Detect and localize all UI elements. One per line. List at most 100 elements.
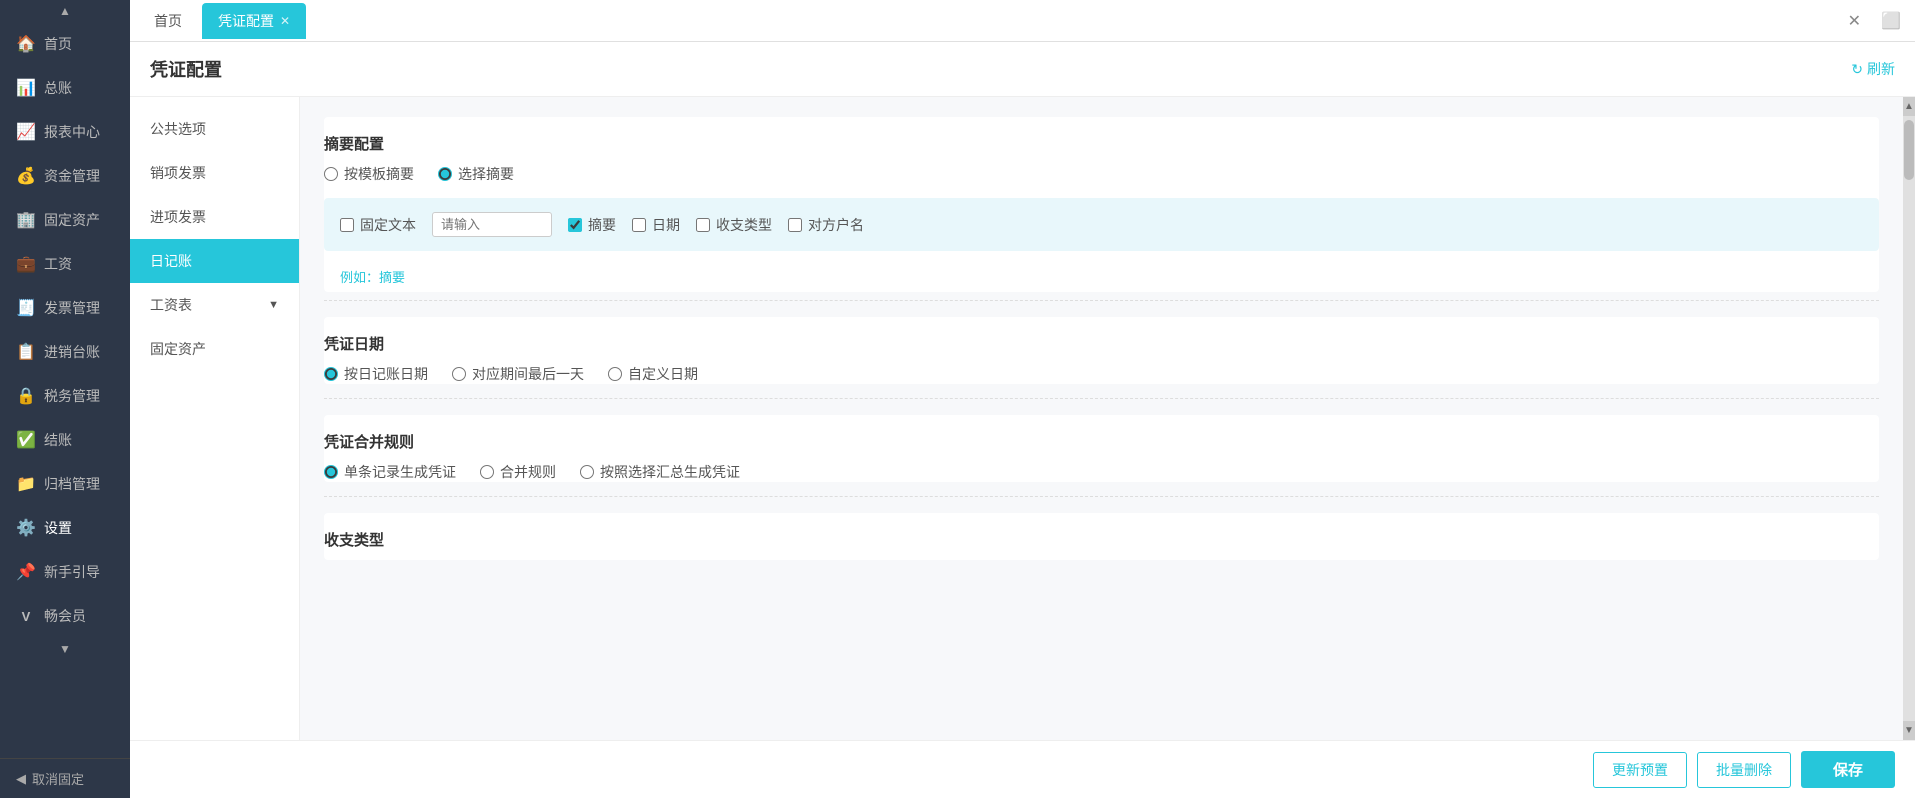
sidebar-label-fund: 资金管理 (44, 166, 100, 186)
sidebar-label-home: 首页 (44, 34, 72, 54)
scroll-up-arrow[interactable]: ▲ (1903, 97, 1915, 116)
sidebar-label-settlement: 结账 (44, 430, 72, 450)
left-nav-purchase-invoice[interactable]: 进项发票 (130, 195, 299, 239)
sidebar-scroll-up[interactable]: ▲ (0, 0, 130, 22)
tab-bar: 首页 凭证配置 ✕ ✕ ⬜ (130, 0, 1915, 42)
radio-journal-date-label: 按日记账日期 (344, 364, 428, 384)
scroll-thumb[interactable] (1904, 120, 1914, 180)
window-maximize-button[interactable]: ⬜ (1875, 9, 1907, 33)
divider-1 (324, 300, 1879, 301)
checkbox-date-input[interactable] (632, 218, 646, 232)
checkbox-counterpart-input[interactable] (788, 218, 802, 232)
left-nav-public[interactable]: 公共选项 (130, 107, 299, 151)
sidebar-item-settlement[interactable]: ✅ 结账 (0, 418, 130, 462)
left-nav-fixed-assets[interactable]: 固定资产 (130, 327, 299, 371)
radio-last-day[interactable]: 对应期间最后一天 (452, 364, 584, 384)
settlement-icon: ✅ (16, 430, 36, 450)
sidebar-label-guide: 新手引导 (44, 562, 100, 582)
sidebar-item-home[interactable]: 🏠 首页 (0, 22, 130, 66)
checkbox-income-type[interactable]: 收支类型 (696, 215, 772, 235)
page-title: 凭证配置 (150, 56, 222, 82)
checkbox-income-type-input[interactable] (696, 218, 710, 232)
invoice-mgr-icon: 🧾 (16, 298, 36, 318)
checkbox-income-type-label: 收支类型 (716, 215, 772, 235)
content-area: 公共选项 销项发票 进项发票 日记账 工资表 ▼ 固定资产 摘要配置 (130, 97, 1915, 740)
sidebar-item-archive[interactable]: 📁 归档管理 (0, 462, 130, 506)
window-close-button[interactable]: ✕ (1842, 9, 1867, 33)
radio-summary-input[interactable] (580, 465, 594, 479)
save-button[interactable]: 保存 (1801, 751, 1895, 788)
tab-voucher-config-label: 凭证配置 (218, 11, 274, 31)
checkbox-fixed-text-input[interactable] (340, 218, 354, 232)
radio-custom-date-input[interactable] (608, 367, 622, 381)
unpin-label: 取消固定 (32, 769, 84, 788)
checkbox-date-label: 日期 (652, 215, 680, 235)
sidebar-label-report: 报表中心 (44, 122, 100, 142)
checkbox-fixed-text[interactable]: 固定文本 (340, 215, 416, 235)
radio-merge[interactable]: 合并规则 (480, 462, 556, 482)
left-nav-journal[interactable]: 日记账 (130, 239, 299, 283)
voucher-date-section: 凭证日期 按日记账日期 对应期间最后一天 自定义日期 (324, 317, 1879, 384)
radio-single[interactable]: 单条记录生成凭证 (324, 462, 456, 482)
radio-last-day-label: 对应期间最后一天 (472, 364, 584, 384)
sidebar-label-ledger: 总账 (44, 78, 72, 98)
abstract-radio-group: 按模板摘要 选择摘要 (324, 164, 1879, 184)
checkbox-abstract-input[interactable] (568, 218, 582, 232)
radio-template-abstract-input[interactable] (324, 167, 338, 181)
sidebar-item-purchase-sales[interactable]: 📋 进销台账 (0, 330, 130, 374)
radio-journal-date-input[interactable] (324, 367, 338, 381)
left-nav: 公共选项 销项发票 进项发票 日记账 工资表 ▼ 固定资产 (130, 97, 300, 740)
radio-template-abstract[interactable]: 按模板摘要 (324, 164, 414, 184)
merge-rules-section: 凭证合并规则 单条记录生成凭证 合并规则 按照选择汇总生成凭证 (324, 415, 1879, 482)
radio-custom-date[interactable]: 自定义日期 (608, 364, 698, 384)
sidebar-label-settings: 设置 (44, 518, 72, 538)
sidebar-item-guide[interactable]: 📌 新手引导 (0, 550, 130, 594)
fixed-text-input[interactable] (432, 212, 552, 237)
checkbox-date[interactable]: 日期 (632, 215, 680, 235)
radio-single-label: 单条记录生成凭证 (344, 462, 456, 482)
abstract-checkbox-row: 固定文本 摘要 日期 收支类型 (324, 198, 1879, 251)
radio-select-abstract-input[interactable] (438, 167, 452, 181)
home-icon: 🏠 (16, 34, 36, 54)
radio-summary-label: 按照选择汇总生成凭证 (600, 462, 740, 482)
radio-select-abstract[interactable]: 选择摘要 (438, 164, 514, 184)
left-nav-payroll[interactable]: 工资表 ▼ (130, 283, 299, 327)
sidebar-scroll-down[interactable]: ▼ (0, 638, 130, 660)
radio-last-day-input[interactable] (452, 367, 466, 381)
sidebar-item-settings[interactable]: ⚙️ 设置 (0, 506, 130, 550)
radio-merge-input[interactable] (480, 465, 494, 479)
radio-summary[interactable]: 按照选择汇总生成凭证 (580, 462, 740, 482)
checkbox-counterpart[interactable]: 对方户名 (788, 215, 864, 235)
sidebar-item-invoice-mgr[interactable]: 🧾 发票管理 (0, 286, 130, 330)
page-header: 凭证配置 ↻ 刷新 (130, 42, 1915, 97)
checkbox-abstract-label: 摘要 (588, 215, 616, 235)
sidebar-item-ledger[interactable]: 📊 总账 (0, 66, 130, 110)
sidebar-item-fund[interactable]: 💰 资金管理 (0, 154, 130, 198)
update-preview-button[interactable]: 更新预置 (1593, 752, 1687, 788)
tab-voucher-config[interactable]: 凭证配置 ✕ (202, 3, 306, 39)
sidebar-unpin[interactable]: ◀ 取消固定 (0, 758, 130, 798)
radio-template-abstract-label: 按模板摘要 (344, 164, 414, 184)
sidebar-label-invoice-mgr: 发票管理 (44, 298, 100, 318)
radio-single-input[interactable] (324, 465, 338, 479)
tab-close-icon[interactable]: ✕ (280, 14, 290, 28)
ledger-icon: 📊 (16, 78, 36, 98)
sidebar-item-salary[interactable]: 💼 工资 (0, 242, 130, 286)
sidebar-item-member[interactable]: V 畅会员 (0, 594, 130, 638)
member-icon: V (16, 609, 36, 624)
sidebar-item-assets[interactable]: 🏢 固定资产 (0, 198, 130, 242)
bottom-action-bar: 更新预置 批量删除 保存 (130, 740, 1915, 798)
checkbox-abstract[interactable]: 摘要 (568, 215, 616, 235)
assets-icon: 🏢 (16, 210, 36, 230)
radio-journal-date[interactable]: 按日记账日期 (324, 364, 428, 384)
refresh-button[interactable]: ↻ 刷新 (1851, 59, 1895, 79)
tab-home[interactable]: 首页 (138, 3, 198, 39)
batch-delete-button[interactable]: 批量删除 (1697, 752, 1791, 788)
sidebar-item-report[interactable]: 📈 报表中心 (0, 110, 130, 154)
abstract-config-section: 摘要配置 按模板摘要 选择摘要 固定文本 (324, 117, 1879, 292)
scroll-down-arrow[interactable]: ▼ (1903, 721, 1915, 740)
left-nav-sales-invoice[interactable]: 销项发票 (130, 151, 299, 195)
sidebar-item-tax[interactable]: 🔒 税务管理 (0, 374, 130, 418)
right-scrollbar: ▲ ▼ (1903, 97, 1915, 740)
sidebar-label-assets: 固定资产 (44, 210, 100, 230)
